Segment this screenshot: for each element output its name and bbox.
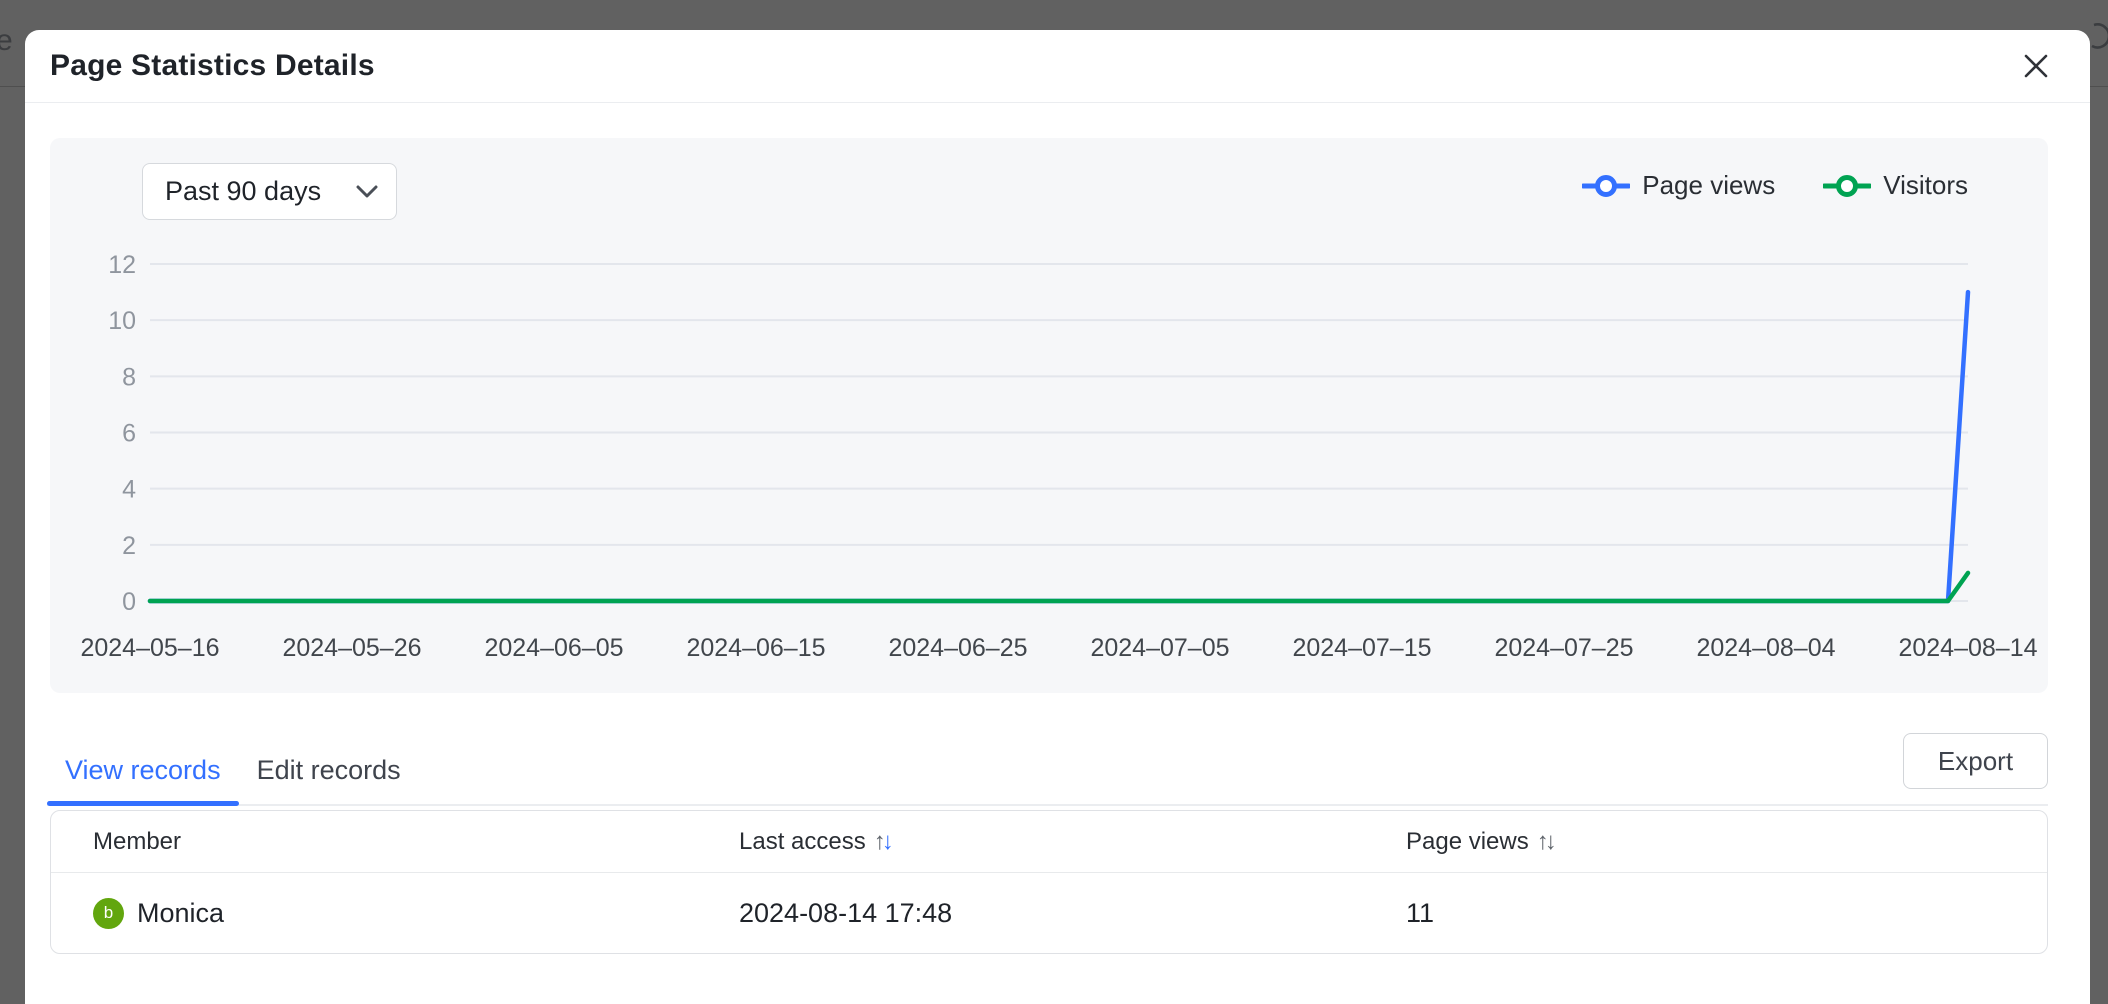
svg-text:8: 8 bbox=[122, 363, 136, 391]
page-views-marker-icon bbox=[1582, 174, 1631, 197]
member-name: Monica bbox=[137, 897, 225, 928]
visitors-marker-icon bbox=[1823, 174, 1872, 197]
column-label: Page views bbox=[1406, 827, 1529, 855]
column-header-page-views[interactable]: Page views ↑ ↓ bbox=[1406, 828, 2047, 856]
sort-icon[interactable]: ↑ ↓ bbox=[874, 828, 894, 856]
svg-text:2024–05–26: 2024–05–26 bbox=[282, 634, 421, 662]
close-button[interactable] bbox=[2016, 46, 2056, 86]
svg-text:4: 4 bbox=[122, 476, 136, 504]
column-label: Member bbox=[93, 827, 182, 855]
member-cell: b Monica bbox=[51, 897, 739, 929]
tab-edit-records[interactable]: Edit records bbox=[239, 736, 419, 804]
chart-legend: Page views Visitors bbox=[1582, 170, 1968, 201]
legend-label: Visitors bbox=[1883, 170, 1968, 200]
close-icon bbox=[2024, 54, 2048, 78]
tab-view-records[interactable]: View records bbox=[47, 736, 239, 806]
sort-desc-arrow-icon[interactable]: ↓ bbox=[1545, 828, 1557, 856]
svg-text:0: 0 bbox=[122, 588, 136, 616]
legend-label: Page views bbox=[1642, 170, 1776, 200]
background-help-icon-fragment bbox=[2091, 23, 2108, 49]
date-range-value: Past 90 days bbox=[165, 176, 322, 206]
svg-text:12: 12 bbox=[108, 251, 136, 279]
modal-title: Page Statistics Details bbox=[50, 49, 375, 82]
records-tab-bar: View records Edit records bbox=[47, 736, 2048, 806]
background-text-fragment: e bbox=[0, 24, 13, 57]
page-views-cell: 11 bbox=[1406, 897, 1435, 928]
date-range-dropdown[interactable]: Past 90 days bbox=[142, 163, 397, 220]
legend-item-visitors[interactable]: Visitors bbox=[1823, 170, 1968, 201]
svg-text:6: 6 bbox=[122, 420, 136, 448]
table-header-row: Member Last access ↑ ↓ Page views ↑ ↓ bbox=[51, 811, 2047, 873]
legend-item-page-views[interactable]: Page views bbox=[1582, 170, 1775, 201]
svg-text:2024–06–15: 2024–06–15 bbox=[686, 634, 825, 662]
svg-text:2024–07–05: 2024–07–05 bbox=[1090, 634, 1229, 662]
svg-text:2024–07–25: 2024–07–25 bbox=[1494, 634, 1633, 662]
statistics-line-chart: 0 2 4 6 8 10 12 2024–05–16 2024–05–26 2024–06–05 2… bbox=[80, 251, 2037, 662]
modal-header: Page Statistics Details bbox=[25, 30, 2090, 103]
chart-panel: 0 2 4 6 8 10 12 2024–05–16 2024–05–26 2024–06–05 2… bbox=[50, 138, 2048, 693]
table-row[interactable]: b Monica 2024-08-14 17:48 11 bbox=[51, 873, 2047, 953]
records-table: Member Last access ↑ ↓ Page views ↑ ↓ b Monica 2… bbox=[50, 810, 2048, 954]
svg-text:2024–06–05: 2024–06–05 bbox=[484, 634, 623, 662]
chevron-down-icon bbox=[356, 185, 378, 197]
last-access-cell: 2024-08-14 17:48 bbox=[739, 897, 953, 928]
svg-text:10: 10 bbox=[108, 307, 136, 335]
svg-text:2024–08–14: 2024–08–14 bbox=[1898, 634, 2037, 662]
sort-asc-arrow-icon[interactable]: ↑ bbox=[874, 828, 886, 856]
sort-icon[interactable]: ↑ ↓ bbox=[1537, 828, 1557, 856]
svg-text:2024–08–04: 2024–08–04 bbox=[1696, 634, 1835, 662]
sort-desc-arrow-icon[interactable]: ↓ bbox=[882, 828, 894, 856]
sort-asc-arrow-icon[interactable]: ↑ bbox=[1537, 828, 1549, 856]
column-header-member: Member bbox=[51, 828, 739, 856]
page-statistics-modal: Page Statistics Details 0 2 4 6 8 10 12 2024–05… bbox=[25, 30, 2090, 1004]
svg-text:2: 2 bbox=[122, 532, 136, 560]
svg-text:2024–07–15: 2024–07–15 bbox=[1292, 634, 1431, 662]
column-label: Last access bbox=[739, 827, 866, 855]
avatar: b bbox=[93, 897, 124, 929]
svg-text:2024–05–16: 2024–05–16 bbox=[80, 634, 219, 662]
svg-text:2024–06–25: 2024–06–25 bbox=[888, 634, 1027, 662]
export-button[interactable]: Export bbox=[1903, 733, 2048, 789]
column-header-last-access[interactable]: Last access ↑ ↓ bbox=[739, 828, 1406, 856]
